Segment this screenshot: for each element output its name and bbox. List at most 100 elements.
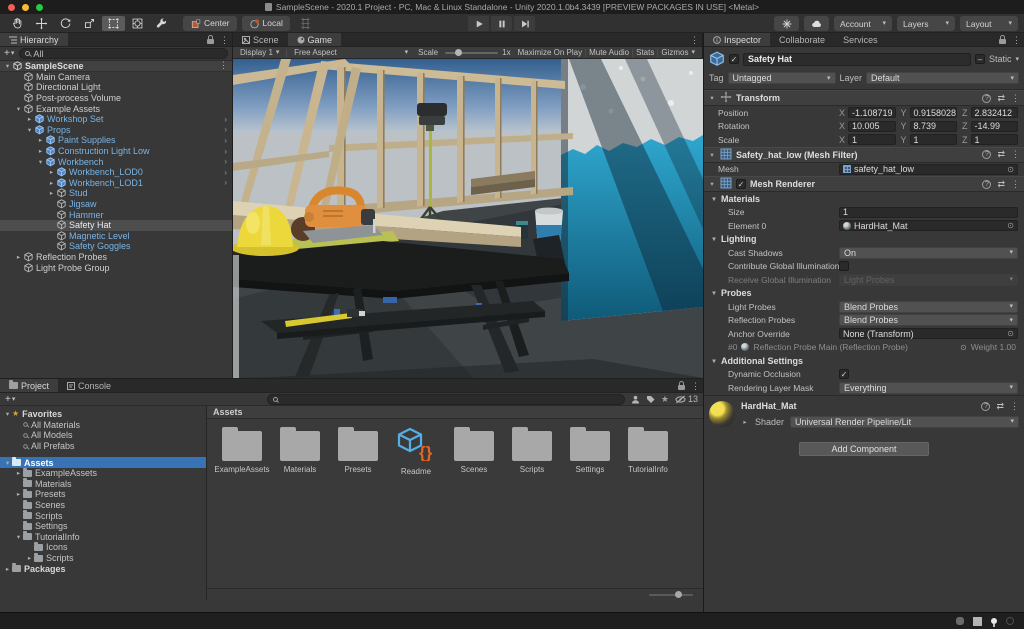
foldout-icon[interactable]: ▸ <box>47 189 56 197</box>
material-foldout-icon[interactable]: ▸ <box>741 418 749 426</box>
hierarchy-search-input[interactable]: All <box>19 48 228 59</box>
game-viewport[interactable] <box>233 59 703 378</box>
vector-field-z[interactable]: 1 <box>971 134 1018 145</box>
project-tree-scenes[interactable]: Scenes <box>0 500 206 511</box>
pause-button[interactable] <box>491 16 512 31</box>
object-name-field[interactable]: Safety Hat <box>743 53 971 66</box>
object-picker-icon[interactable]: ⊙ <box>1007 221 1014 230</box>
project-tree-tutorialinfo[interactable]: ▾TutorialInfo <box>0 532 206 543</box>
foldout-icon[interactable]: ▾ <box>708 180 716 188</box>
element-0-object-field[interactable]: HardHat_Mat⊙ <box>839 220 1018 231</box>
layers-dropdown[interactable]: Layers▾ <box>897 16 955 31</box>
asset-readme[interactable]: {}Readme <box>387 427 445 476</box>
scale-tool-button[interactable] <box>78 16 101 31</box>
vector-field-y[interactable]: 8.739 <box>910 121 957 132</box>
project-tree-exampleassets[interactable]: ▸ExampleAssets <box>0 468 206 479</box>
hierarchy-item-reflection-probes[interactable]: ▸Reflection Probes <box>0 252 232 263</box>
contribute-global-illumination-checkbox[interactable] <box>839 261 849 271</box>
hand-tool-button[interactable] <box>6 16 29 31</box>
foldout-icon[interactable]: ▾ <box>3 62 12 70</box>
foldout-icon[interactable]: ▸ <box>36 136 45 144</box>
vector-field-z[interactable]: 2.832412 <box>971 107 1018 118</box>
project-tree-packages[interactable]: ▸Packages <box>0 563 206 574</box>
scale-slider[interactable] <box>445 52 498 54</box>
vector-field-x[interactable]: 1 <box>848 134 895 145</box>
hierarchy-item-workbench-lod0[interactable]: ▸Workbench_LOD0› <box>0 167 232 178</box>
asset-materials[interactable]: Materials <box>271 427 329 476</box>
reflection-probes-dropdown[interactable]: Blend Probes▾ <box>839 314 1018 326</box>
component-header-mesh-renderer[interactable]: ▾✓Mesh Renderer?⇄⋮ <box>704 176 1024 192</box>
asset-tutorialinfo[interactable]: TutorialInfo <box>619 427 677 476</box>
layout-dropdown[interactable]: Layout▾ <box>960 16 1018 31</box>
asset-scripts[interactable]: Scripts <box>503 427 561 476</box>
vector-field-y[interactable]: 0.9158028 <box>910 107 957 118</box>
mute-audio-button[interactable]: Mute Audio <box>586 48 632 57</box>
object-picker-icon[interactable]: ⊙ <box>1007 165 1014 174</box>
hierarchy-item-safety-goggles[interactable]: Safety Goggles <box>0 241 232 252</box>
foldout-materials[interactable]: ▾Materials <box>704 192 1024 206</box>
hierarchy-item-light-probe-group[interactable]: Light Probe Group <box>0 262 232 273</box>
cast-shadows-dropdown[interactable]: On▾ <box>839 247 1018 259</box>
starburst-button[interactable] <box>774 16 799 31</box>
play-button[interactable] <box>468 16 489 31</box>
project-search-input[interactable] <box>267 394 625 405</box>
static-dropdown-caret[interactable]: ▾ <box>1015 56 1019 63</box>
foldout-icon[interactable]: ▸ <box>14 490 23 498</box>
tab-services[interactable]: Services <box>834 33 887 46</box>
rect-tool-button[interactable] <box>102 16 125 31</box>
project-tree-favorites[interactable]: ▾★Favorites <box>0 409 206 420</box>
prefab-open-chevron[interactable]: › <box>224 168 227 177</box>
component-menu-icon[interactable]: ⋮ <box>1011 149 1020 160</box>
project-tree-all-models[interactable]: All Models <box>0 430 206 441</box>
foldout-icon[interactable]: ▸ <box>14 469 23 477</box>
assets-breadcrumb[interactable]: Assets <box>207 406 703 419</box>
foldout-icon[interactable]: ▾ <box>14 533 23 541</box>
lock-icon[interactable] <box>999 39 1006 44</box>
tab-game[interactable]: Game <box>288 33 342 46</box>
hierarchy-item-jigsaw[interactable]: Jigsaw <box>0 199 232 210</box>
hierarchy-item-workbench-lod1[interactable]: ▸Workbench_LOD1› <box>0 178 232 189</box>
prefab-open-chevron[interactable]: › <box>224 115 227 124</box>
vector-field-x[interactable]: 10.005 <box>848 121 895 132</box>
foldout-icon[interactable]: ▸ <box>3 565 12 573</box>
account-dropdown[interactable]: Account▾ <box>834 16 892 31</box>
status-bulb-icon[interactable] <box>991 618 997 624</box>
component-header-safety-hat-low-mesh-filter[interactable]: ▾Safety_hat_low (Mesh Filter)?⇄⋮ <box>704 147 1024 163</box>
prefab-open-chevron[interactable]: › <box>224 157 227 166</box>
search-by-label-icon[interactable] <box>646 395 655 404</box>
status-badge-icon[interactable] <box>956 617 964 625</box>
light-probes-dropdown[interactable]: Blend Probes▾ <box>839 301 1018 313</box>
project-tree-all-materials[interactable]: All Materials <box>0 420 206 431</box>
create-asset-button[interactable]: + ▾ <box>5 394 15 405</box>
anchor-override-object-field[interactable]: None (Transform)⊙ <box>839 328 1018 339</box>
aspect-dropdown[interactable]: Free Aspect▾ <box>291 48 411 57</box>
hierarchy-item-paint-supplies[interactable]: ▸Paint Supplies› <box>0 135 232 146</box>
transform-tool-button[interactable] <box>126 16 149 31</box>
hierarchy-item-example-assets[interactable]: ▾Example Assets <box>0 103 232 114</box>
foldout-icon[interactable]: ▸ <box>14 253 23 261</box>
vector-field-z[interactable]: -14.99 <box>971 121 1018 132</box>
hierarchy-item-workbench[interactable]: ▾Workbench› <box>0 156 232 167</box>
project-tree-settings[interactable]: Settings <box>0 521 206 532</box>
prefab-open-chevron[interactable]: › <box>224 178 227 187</box>
step-button[interactable] <box>514 16 535 31</box>
foldout-icon[interactable]: ▸ <box>36 147 45 155</box>
hierarchy-item-directional-light[interactable]: Directional Light <box>0 82 232 93</box>
foldout-lighting[interactable]: ▾Lighting <box>704 233 1024 247</box>
maximize-on-play-button[interactable]: Maximize On Play <box>515 48 585 57</box>
value-field[interactable]: 1 <box>839 207 1018 218</box>
panel-menu-icon[interactable]: ⋮ <box>691 381 700 392</box>
vector-field-x[interactable]: -1.108719 <box>848 107 895 118</box>
status-square-icon[interactable] <box>973 617 982 626</box>
foldout-additional-settings[interactable]: ▾Additional Settings <box>704 354 1024 368</box>
cloud-button[interactable] <box>804 16 829 31</box>
help-icon[interactable]: ? <box>982 94 991 103</box>
vector-field-y[interactable]: 1 <box>910 134 957 145</box>
static-checkbox[interactable]: – <box>975 54 985 64</box>
stats-button[interactable]: Stats <box>633 48 657 57</box>
component-header-transform[interactable]: ▾Transform?⇄⋮ <box>704 90 1024 106</box>
hidden-packages-count[interactable]: 13 <box>675 394 698 404</box>
add-component-button[interactable]: Add Component <box>799 442 929 456</box>
shader-dropdown[interactable]: Universal Render Pipeline/Lit▾ <box>790 416 1019 428</box>
hierarchy-item-workshop-set[interactable]: ▸Workshop Set› <box>0 114 232 125</box>
